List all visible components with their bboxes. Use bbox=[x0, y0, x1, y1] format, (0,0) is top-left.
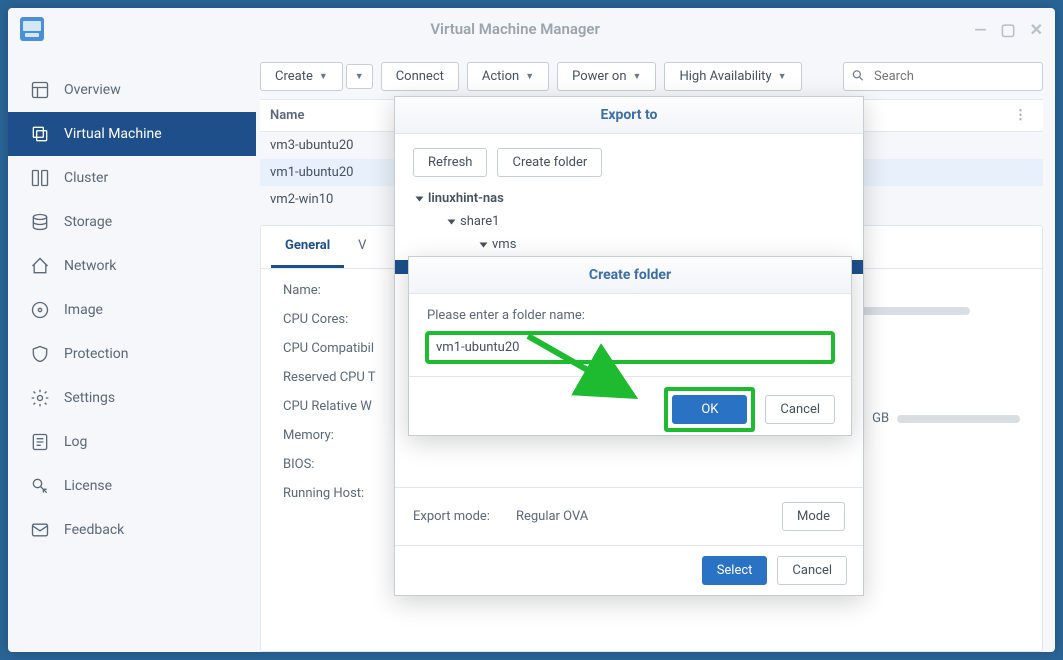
sidebar-item-label: Image bbox=[64, 302, 103, 318]
create-folder-prompt: Please enter a folder name: bbox=[427, 308, 833, 323]
sidebar-item-label: Virtual Machine bbox=[64, 126, 162, 142]
protection-icon bbox=[30, 344, 50, 364]
sidebar-item-label: Settings bbox=[64, 390, 115, 406]
network-icon bbox=[30, 256, 50, 276]
memory-value-suffix: GB bbox=[872, 411, 889, 426]
sidebar: Overview Virtual Machine Cluster Storage… bbox=[8, 50, 256, 652]
tab-general[interactable]: General bbox=[271, 226, 344, 268]
titlebar: Virtual Machine Manager — ▢ ✕ bbox=[8, 8, 1055, 50]
tree-node[interactable]: share1 bbox=[449, 210, 845, 233]
image-icon bbox=[30, 300, 50, 320]
sidebar-item-label: Feedback bbox=[64, 522, 124, 538]
resource-bar bbox=[897, 415, 1020, 423]
sidebar-item-label: Log bbox=[64, 434, 87, 450]
storage-icon bbox=[30, 212, 50, 232]
sidebar-item-image[interactable]: Image bbox=[8, 288, 256, 332]
sidebar-item-label: Cluster bbox=[64, 170, 108, 186]
settings-icon bbox=[30, 388, 50, 408]
sidebar-item-log[interactable]: Log bbox=[8, 420, 256, 464]
minimize-icon[interactable]: — bbox=[974, 20, 986, 39]
sidebar-item-virtual-machine[interactable]: Virtual Machine bbox=[8, 112, 256, 156]
export-mode-value: Regular OVA bbox=[516, 509, 588, 524]
search-input[interactable] bbox=[843, 62, 1043, 91]
sidebar-item-label: Network bbox=[64, 258, 116, 274]
caret-down-icon: ▼ bbox=[319, 71, 328, 82]
tree-node-root[interactable]: linuxhint-nas bbox=[417, 187, 845, 210]
sidebar-item-license[interactable]: License bbox=[8, 464, 256, 508]
search-icon bbox=[851, 67, 865, 86]
ok-button[interactable]: OK bbox=[672, 395, 747, 424]
overview-icon bbox=[30, 80, 50, 100]
caret-down-icon bbox=[480, 242, 488, 247]
sidebar-item-label: Overview bbox=[64, 82, 121, 98]
sidebar-item-label: Storage bbox=[64, 214, 112, 230]
connect-button[interactable]: Connect bbox=[381, 62, 459, 91]
sidebar-item-label: License bbox=[64, 478, 112, 494]
sidebar-item-protection[interactable]: Protection bbox=[8, 332, 256, 376]
mode-button[interactable]: Mode bbox=[782, 502, 845, 531]
sidebar-item-cluster[interactable]: Cluster bbox=[8, 156, 256, 200]
close-icon[interactable]: ✕ bbox=[1030, 20, 1043, 39]
create-folder-button[interactable]: Create folder bbox=[497, 148, 602, 177]
sidebar-item-feedback[interactable]: Feedback bbox=[8, 508, 256, 552]
window-title: Virtual Machine Manager bbox=[56, 20, 974, 38]
tab-other[interactable]: V bbox=[344, 226, 380, 268]
tree-node[interactable]: vms bbox=[481, 233, 845, 256]
vm-icon bbox=[30, 124, 50, 144]
create-dropdown-toggle[interactable]: ▼ bbox=[346, 64, 373, 89]
caret-down-icon: ▼ bbox=[778, 71, 787, 82]
export-modal-title: Export to bbox=[395, 97, 863, 134]
select-button[interactable]: Select bbox=[702, 556, 768, 585]
sidebar-item-settings[interactable]: Settings bbox=[8, 376, 256, 420]
column-menu-icon[interactable]: ⋮ bbox=[1014, 108, 1033, 123]
sidebar-item-network[interactable]: Network bbox=[8, 244, 256, 288]
maximize-icon[interactable]: ▢ bbox=[1000, 20, 1015, 39]
export-mode-label: Export mode: bbox=[413, 509, 490, 524]
sidebar-item-storage[interactable]: Storage bbox=[8, 200, 256, 244]
create-folder-title: Create folder bbox=[409, 257, 851, 294]
export-mode-row: Export mode: Regular OVA Mode bbox=[395, 487, 863, 545]
app-icon bbox=[20, 17, 44, 41]
sidebar-item-overview[interactable]: Overview bbox=[8, 68, 256, 112]
folder-name-input[interactable] bbox=[427, 333, 833, 362]
power-button[interactable]: Power on▼ bbox=[557, 62, 656, 91]
action-button[interactable]: Action▼ bbox=[467, 62, 549, 91]
app-window: Virtual Machine Manager — ▢ ✕ Overview V… bbox=[8, 8, 1055, 652]
caret-down-icon: ▼ bbox=[633, 71, 642, 82]
feedback-icon bbox=[30, 520, 50, 540]
cancel-button[interactable]: Cancel bbox=[777, 556, 847, 585]
log-icon bbox=[30, 432, 50, 452]
sidebar-item-label: Protection bbox=[64, 346, 128, 362]
refresh-button[interactable]: Refresh bbox=[413, 148, 487, 177]
ha-button[interactable]: High Availability▼ bbox=[664, 62, 801, 91]
cancel-button[interactable]: Cancel bbox=[765, 395, 835, 424]
search-wrap bbox=[843, 62, 1043, 91]
caret-down-icon: ▼ bbox=[355, 71, 364, 82]
caret-down-icon bbox=[416, 196, 424, 201]
create-button[interactable]: Create▼ bbox=[260, 62, 343, 91]
cluster-icon bbox=[30, 168, 50, 188]
caret-down-icon bbox=[448, 219, 456, 224]
window-controls: — ▢ ✕ bbox=[974, 20, 1043, 39]
caret-down-icon: ▼ bbox=[525, 71, 534, 82]
toolbar: Create▼ ▼ Connect Action▼ Power on▼ High… bbox=[260, 62, 1043, 91]
create-folder-modal: Create folder Please enter a folder name… bbox=[408, 256, 852, 436]
license-icon bbox=[30, 476, 50, 496]
